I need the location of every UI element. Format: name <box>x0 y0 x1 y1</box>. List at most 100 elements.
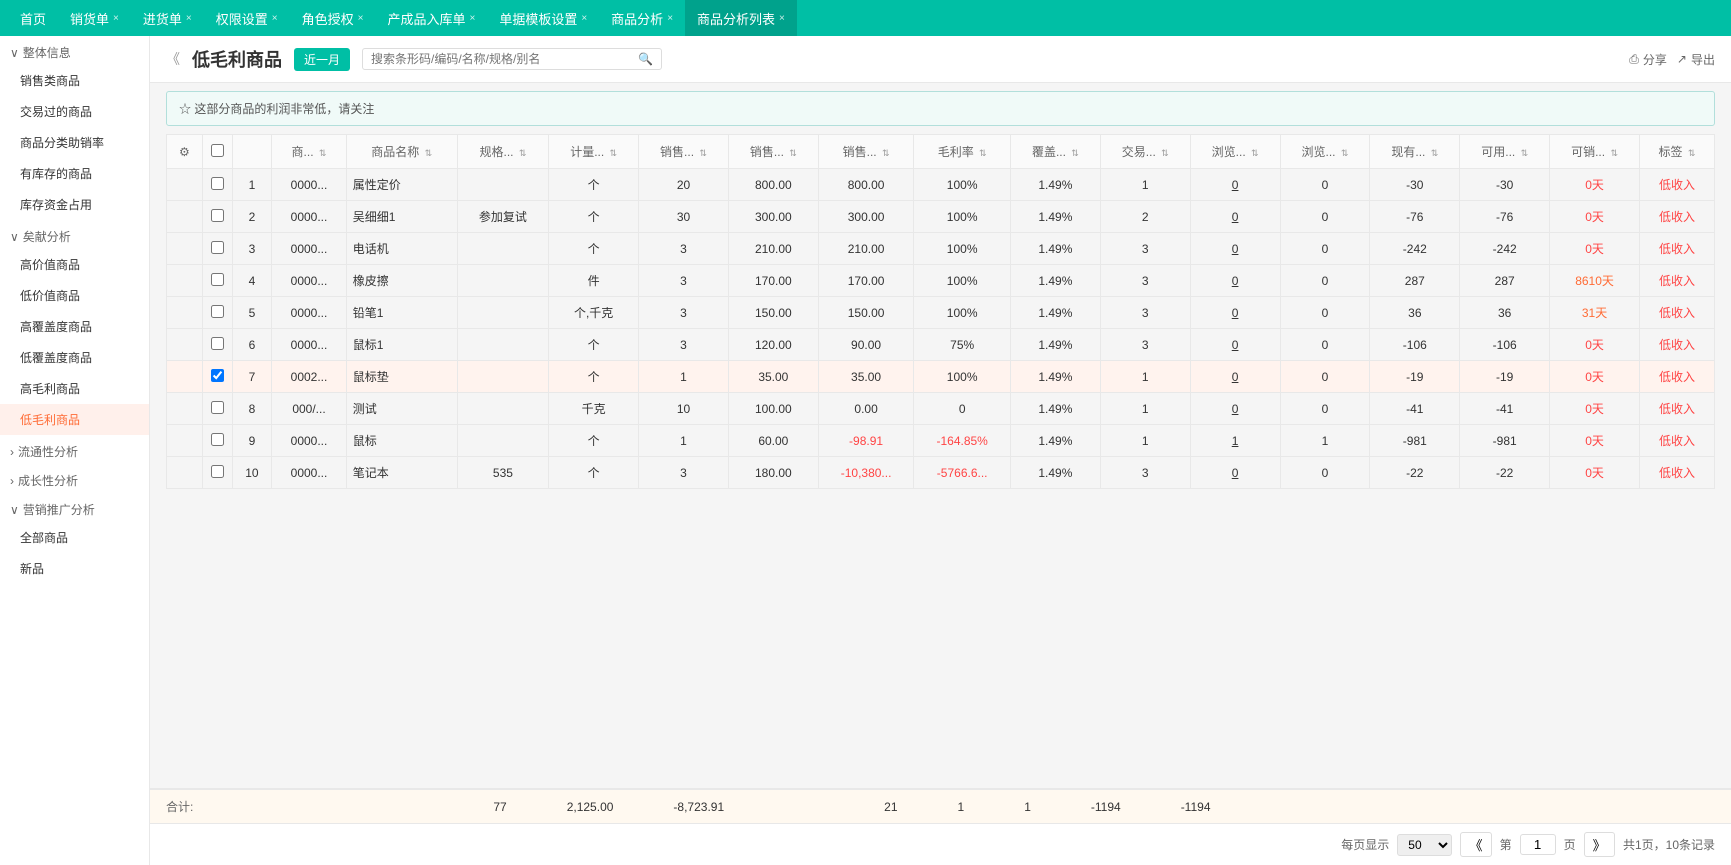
row-checkbox-2[interactable] <box>211 241 224 254</box>
close-permissions-icon[interactable]: × <box>272 13 278 24</box>
checkbox-cell[interactable] <box>202 201 232 233</box>
nav-product-analysis-list[interactable]: 商品分析列表 × <box>685 0 797 36</box>
sidebar-item-all-products[interactable]: 全部商品 <box>0 522 149 553</box>
search-input[interactable] <box>371 52 638 66</box>
row-checkbox-3[interactable] <box>211 273 224 286</box>
row-checkbox-0[interactable] <box>211 177 224 190</box>
search-icon[interactable]: 🔍 <box>638 52 653 66</box>
sidebar-group-marketing[interactable]: ∨ 营销推广分析 <box>0 493 149 522</box>
checkbox-cell[interactable] <box>202 393 232 425</box>
browse1-col-header[interactable]: 浏览... ⇅ <box>1190 135 1280 169</box>
nav-purchase-order[interactable]: 进货单 × <box>131 0 204 36</box>
row-checkbox-6[interactable] <box>211 369 224 382</box>
unit-col-header[interactable]: 计量... ⇅ <box>549 135 639 169</box>
trade-col-header[interactable]: 交易... ⇅ <box>1100 135 1190 169</box>
sidebar-group-contribution[interactable]: ∨ 矣献分析 <box>0 220 149 249</box>
next-page-button[interactable]: 》 <box>1584 832 1615 857</box>
current-col-header[interactable]: 现有... ⇅ <box>1370 135 1460 169</box>
select-all-checkbox[interactable] <box>211 144 224 157</box>
checkbox-cell[interactable] <box>202 169 232 201</box>
checkbox-col-header[interactable] <box>202 135 232 169</box>
page-size-select[interactable]: 50 100 200 <box>1397 834 1452 856</box>
browse1-cell[interactable]: 0 <box>1190 297 1280 329</box>
settings-col-header[interactable]: ⚙ <box>167 135 203 169</box>
browse1-cell[interactable]: 0 <box>1190 233 1280 265</box>
row-checkbox-8[interactable] <box>211 433 224 446</box>
close-purchase-order-icon[interactable]: × <box>186 13 192 24</box>
prev-page-button[interactable]: 《 <box>1460 832 1491 857</box>
row-checkbox-5[interactable] <box>211 337 224 350</box>
available-col-header[interactable]: 可用... ⇅ <box>1460 135 1550 169</box>
sidebar-group-growth[interactable]: › 成长性分析 <box>0 464 149 493</box>
sales-price-col-header[interactable]: 销售... ⇅ <box>728 135 818 169</box>
nav-home[interactable]: 首页 <box>8 0 58 36</box>
row-checkbox-7[interactable] <box>211 401 224 414</box>
browse1-cell[interactable]: 0 <box>1190 169 1280 201</box>
checkbox-cell[interactable] <box>202 329 232 361</box>
close-sales-order-icon[interactable]: × <box>113 13 119 24</box>
code-col-header[interactable]: 商... ⇅ <box>272 135 347 169</box>
name-cell[interactable]: 电话机 <box>346 233 457 265</box>
name-cell[interactable]: 鼠标 <box>346 425 457 457</box>
sidebar-group-liquidity[interactable]: › 流通性分析 <box>0 435 149 464</box>
close-product-entry-icon[interactable]: × <box>469 13 475 24</box>
checkbox-cell[interactable] <box>202 457 232 489</box>
sidebar-item-low-margin[interactable]: 低毛利商品 <box>0 404 149 435</box>
sidebar-item-in-stock[interactable]: 有库存的商品 <box>0 158 149 189</box>
nav-product-analysis[interactable]: 商品分析 × <box>599 0 685 36</box>
browse1-cell[interactable]: 1 <box>1190 425 1280 457</box>
name-cell[interactable]: 鼠标垫 <box>346 361 457 393</box>
nav-permissions[interactable]: 权限设置 × <box>204 0 290 36</box>
close-analysis-list-icon[interactable]: × <box>779 13 785 24</box>
sidebar-item-low-coverage[interactable]: 低覆盖度商品 <box>0 342 149 373</box>
period-button[interactable]: 近一月 <box>294 48 350 71</box>
sales-amount-col-header[interactable]: 销售... ⇅ <box>818 135 914 169</box>
browse1-cell[interactable]: 0 <box>1190 265 1280 297</box>
name-cell[interactable]: 吴细细1 <box>346 201 457 233</box>
sidebar-item-traded-products[interactable]: 交易过的商品 <box>0 96 149 127</box>
checkbox-cell[interactable] <box>202 425 232 457</box>
browse2-col-header[interactable]: 浏览... ⇅ <box>1280 135 1370 169</box>
nav-role-auth[interactable]: 角色授权 × <box>290 0 376 36</box>
checkbox-cell[interactable] <box>202 233 232 265</box>
sidebar-item-high-value[interactable]: 高价值商品 <box>0 249 149 280</box>
sidebar-collapse-button[interactable]: 《 <box>166 49 180 69</box>
name-cell[interactable]: 测试 <box>346 393 457 425</box>
sidebar-item-high-coverage[interactable]: 高覆盖度商品 <box>0 311 149 342</box>
sidebar-item-low-value[interactable]: 低价值商品 <box>0 280 149 311</box>
spec-col-header[interactable]: 规格... ⇅ <box>457 135 549 169</box>
sales-qty-col-header[interactable]: 销售... ⇅ <box>639 135 729 169</box>
nav-product-entry[interactable]: 产成品入库单 × <box>375 0 487 36</box>
sidebar-group-overall[interactable]: ∨ 整体信息 <box>0 36 149 65</box>
sidebar-item-high-margin[interactable]: 高毛利商品 <box>0 373 149 404</box>
close-template-icon[interactable]: × <box>581 13 587 24</box>
name-col-header[interactable]: 商品名称 ⇅ <box>346 135 457 169</box>
saleable-col-header[interactable]: 可销... ⇅ <box>1550 135 1640 169</box>
browse1-cell[interactable]: 0 <box>1190 201 1280 233</box>
row-checkbox-4[interactable] <box>211 305 224 318</box>
name-cell[interactable]: 属性定价 <box>346 169 457 201</box>
browse1-cell[interactable]: 0 <box>1190 329 1280 361</box>
checkbox-cell[interactable] <box>202 265 232 297</box>
sidebar-item-sales-products[interactable]: 销售类商品 <box>0 65 149 96</box>
coverage-col-header[interactable]: 覆盖... ⇅ <box>1010 135 1100 169</box>
sidebar-item-capital-usage[interactable]: 库存资金占用 <box>0 189 149 220</box>
checkbox-cell[interactable] <box>202 361 232 393</box>
share-button[interactable]: ⎙ 分享 <box>1629 51 1667 68</box>
tag-col-header[interactable]: 标签 ⇅ <box>1639 135 1714 169</box>
close-analysis-icon[interactable]: × <box>667 13 673 24</box>
row-checkbox-1[interactable] <box>211 209 224 222</box>
page-number-input[interactable] <box>1520 834 1556 855</box>
row-checkbox-9[interactable] <box>211 465 224 478</box>
sidebar-item-new-products[interactable]: 新品 <box>0 553 149 584</box>
nav-sales-order[interactable]: 销货单 × <box>58 0 131 36</box>
sidebar-item-category-rate[interactable]: 商品分类助销率 <box>0 127 149 158</box>
name-cell[interactable]: 笔记本 <box>346 457 457 489</box>
checkbox-cell[interactable] <box>202 297 232 329</box>
close-role-auth-icon[interactable]: × <box>358 13 364 24</box>
name-cell[interactable]: 橡皮擦 <box>346 265 457 297</box>
name-cell[interactable]: 鼠标1 <box>346 329 457 361</box>
browse1-cell[interactable]: 0 <box>1190 457 1280 489</box>
name-cell[interactable]: 铅笔1 <box>346 297 457 329</box>
nav-template-settings[interactable]: 单据模板设置 × <box>487 0 599 36</box>
